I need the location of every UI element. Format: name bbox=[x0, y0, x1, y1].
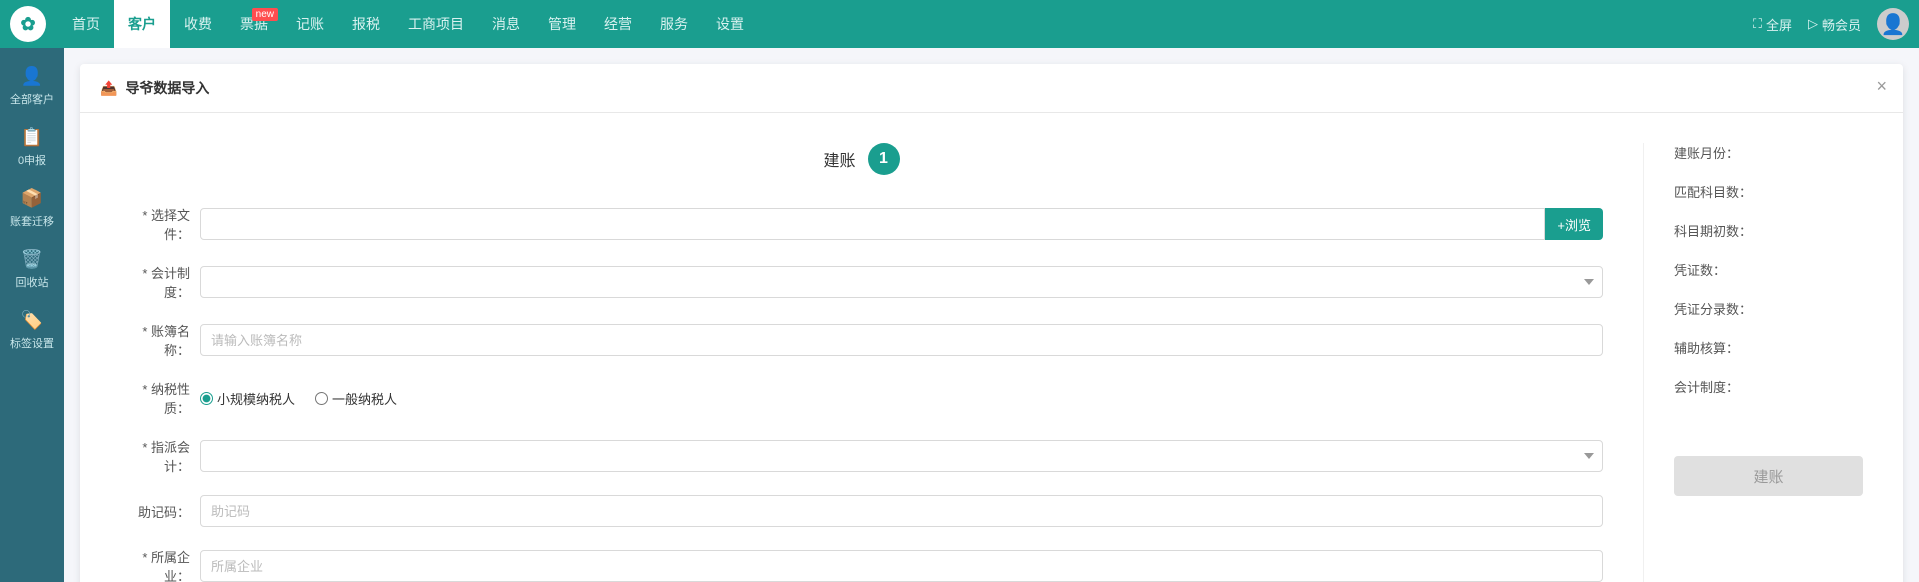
sidebar-item-0申报[interactable]: 📋 0申报 bbox=[4, 119, 60, 176]
nav-item-经营[interactable]: 经营 bbox=[590, 0, 646, 48]
sidebar-icon-账套迁移: 📦 bbox=[21, 188, 43, 209]
nav-item-管理[interactable]: 管理 bbox=[534, 0, 590, 48]
dialog-close-button[interactable]: × bbox=[1876, 76, 1887, 97]
build-account-button[interactable]: 建账 bbox=[1674, 456, 1863, 496]
memo-input[interactable] bbox=[200, 495, 1603, 527]
dialog: 📤 导爷数据导入 × 建账 1 * 选择文件： +浏览 bbox=[80, 64, 1903, 582]
fullscreen-label: 全屏 bbox=[1766, 15, 1792, 34]
memo-row: 助记码： bbox=[120, 495, 1603, 527]
form-section: 建账 1 * 选择文件： +浏览 * 会计制度： bbox=[120, 143, 1643, 582]
nav-right: ⛶ 全屏 ▷ 畅会员 👤 bbox=[1753, 8, 1909, 40]
info-initial-row: 科目期初数： bbox=[1674, 221, 1863, 240]
tax-general-label: 一般纳税人 bbox=[332, 389, 397, 408]
sidebar-icon-回收站: 🗑️ bbox=[21, 249, 43, 270]
company-input[interactable] bbox=[200, 550, 1603, 582]
top-nav: ✿ 首页客户收费票据new记账报税工商项目消息管理经营服务设置 ⛶ 全屏 ▷ 畅… bbox=[0, 0, 1919, 48]
info-match-row: 匹配科目数： bbox=[1674, 182, 1863, 201]
memo-label: 助记码： bbox=[120, 502, 200, 521]
nav-item-工商项目[interactable]: 工商项目 bbox=[394, 0, 478, 48]
vip-icon: ▷ bbox=[1808, 16, 1818, 32]
info-vouchers-row: 凭证数： bbox=[1674, 260, 1863, 279]
info-initial-label: 科目期初数： bbox=[1674, 221, 1764, 240]
vip-button[interactable]: ▷ 畅会员 bbox=[1808, 15, 1861, 34]
info-voucher-entries-label: 凭证分录数： bbox=[1674, 299, 1764, 318]
fullscreen-icon: ⛶ bbox=[1753, 16, 1762, 32]
nav-item-记账[interactable]: 记账 bbox=[282, 0, 338, 48]
vip-label: 畅会员 bbox=[1822, 15, 1861, 34]
nav-badge-票据: new bbox=[252, 8, 278, 21]
step-header: 建账 1 bbox=[120, 143, 1603, 175]
info-voucher-entries-row: 凭证分录数： bbox=[1674, 299, 1863, 318]
accounting-system-row: * 会计制度： bbox=[120, 263, 1603, 301]
sidebar-label-全部客户: 全部客户 bbox=[10, 91, 54, 107]
logo[interactable]: ✿ bbox=[10, 6, 46, 42]
tax-small-label: 小规模纳税人 bbox=[217, 389, 295, 408]
nav-items: 首页客户收费票据new记账报税工商项目消息管理经营服务设置 bbox=[58, 0, 1753, 48]
dialog-title-icon: 📤 bbox=[100, 80, 117, 97]
ledger-name-label: * 账簿名称： bbox=[120, 321, 200, 359]
ledger-name-input[interactable] bbox=[200, 324, 1603, 356]
sidebar-item-全部客户[interactable]: 👤 全部客户 bbox=[4, 58, 60, 115]
sidebar-label-回收站: 回收站 bbox=[16, 274, 49, 290]
sidebar-item-回收站[interactable]: 🗑️ 回收站 bbox=[4, 241, 60, 298]
sidebar-label-0申报: 0申报 bbox=[18, 152, 46, 168]
nav-item-服务[interactable]: 服务 bbox=[646, 0, 702, 48]
sidebar-icon-0申报: 📋 bbox=[21, 127, 43, 148]
logo-icon: ✿ bbox=[20, 14, 35, 35]
file-input[interactable] bbox=[200, 208, 1545, 240]
sidebar-label-标签设置: 标签设置 bbox=[10, 335, 54, 351]
sidebar-icon-标签设置: 🏷️ bbox=[21, 310, 43, 331]
nav-item-票据[interactable]: 票据new bbox=[226, 0, 282, 48]
company-row: * 所属企业： bbox=[120, 547, 1603, 582]
nav-item-消息[interactable]: 消息 bbox=[478, 0, 534, 48]
file-select-row: * 选择文件： +浏览 bbox=[120, 205, 1603, 243]
step-label: 建账 bbox=[823, 147, 855, 171]
info-month-row: 建账月份： bbox=[1674, 143, 1863, 162]
info-accounting-system-label: 会计制度： bbox=[1674, 377, 1764, 396]
avatar[interactable]: 👤 bbox=[1877, 8, 1909, 40]
tax-type-row: * 纳税性质： 小规模纳税人 一般纳税人 bbox=[120, 379, 1603, 417]
info-section: 建账月份： 匹配科目数： 科目期初数： 凭证数： bbox=[1643, 143, 1863, 582]
info-vouchers-label: 凭证数： bbox=[1674, 260, 1764, 279]
accountant-select[interactable] bbox=[200, 440, 1603, 472]
browse-button[interactable]: +浏览 bbox=[1545, 208, 1603, 240]
sidebar-icon-全部客户: 👤 bbox=[21, 66, 43, 87]
info-aux-row: 辅助核算： bbox=[1674, 338, 1863, 357]
accountant-label: * 指派会计： bbox=[120, 437, 200, 475]
tax-general-radio[interactable] bbox=[315, 392, 328, 405]
dialog-body: 建账 1 * 选择文件： +浏览 * 会计制度： bbox=[80, 113, 1903, 582]
nav-item-客户[interactable]: 客户 bbox=[114, 0, 170, 48]
nav-item-首页[interactable]: 首页 bbox=[58, 0, 114, 48]
tax-small-radio[interactable] bbox=[200, 392, 213, 405]
dialog-title: 📤 导爷数据导入 bbox=[80, 64, 1903, 113]
file-row: +浏览 bbox=[200, 208, 1603, 240]
sidebar-label-账套迁移: 账套迁移 bbox=[10, 213, 54, 229]
nav-item-报税[interactable]: 报税 bbox=[338, 0, 394, 48]
company-label: * 所属企业： bbox=[120, 547, 200, 582]
nav-item-收费[interactable]: 收费 bbox=[170, 0, 226, 48]
tax-small-option[interactable]: 小规模纳税人 bbox=[200, 389, 295, 408]
ledger-name-row: * 账簿名称： bbox=[120, 321, 1603, 359]
main-content: 📤 导爷数据导入 × 建账 1 * 选择文件： +浏览 bbox=[64, 48, 1919, 582]
info-aux-label: 辅助核算： bbox=[1674, 338, 1764, 357]
accounting-system-select[interactable] bbox=[200, 266, 1603, 298]
accountant-row: * 指派会计： bbox=[120, 437, 1603, 475]
tax-general-option[interactable]: 一般纳税人 bbox=[315, 389, 397, 408]
avatar-icon: 👤 bbox=[1881, 12, 1906, 37]
file-label: * 选择文件： bbox=[120, 205, 200, 243]
sidebar-item-账套迁移[interactable]: 📦 账套迁移 bbox=[4, 180, 60, 237]
step-circle: 1 bbox=[868, 143, 900, 175]
dialog-title-text: 导爷数据导入 bbox=[125, 78, 209, 98]
sidebar: 👤 全部客户 📋 0申报 📦 账套迁移 🗑️ 回收站 🏷️ 标签设置 bbox=[0, 48, 64, 582]
nav-item-设置[interactable]: 设置 bbox=[702, 0, 758, 48]
info-accounting-system-row: 会计制度： bbox=[1674, 377, 1863, 396]
accounting-system-label: * 会计制度： bbox=[120, 263, 200, 301]
tax-type-label: * 纳税性质： bbox=[120, 379, 200, 417]
info-month-label: 建账月份： bbox=[1674, 143, 1764, 162]
fullscreen-button[interactable]: ⛶ 全屏 bbox=[1753, 15, 1792, 34]
info-match-label: 匹配科目数： bbox=[1674, 182, 1764, 201]
tax-type-radio-group: 小规模纳税人 一般纳税人 bbox=[200, 389, 1603, 408]
sidebar-item-标签设置[interactable]: 🏷️ 标签设置 bbox=[4, 302, 60, 359]
